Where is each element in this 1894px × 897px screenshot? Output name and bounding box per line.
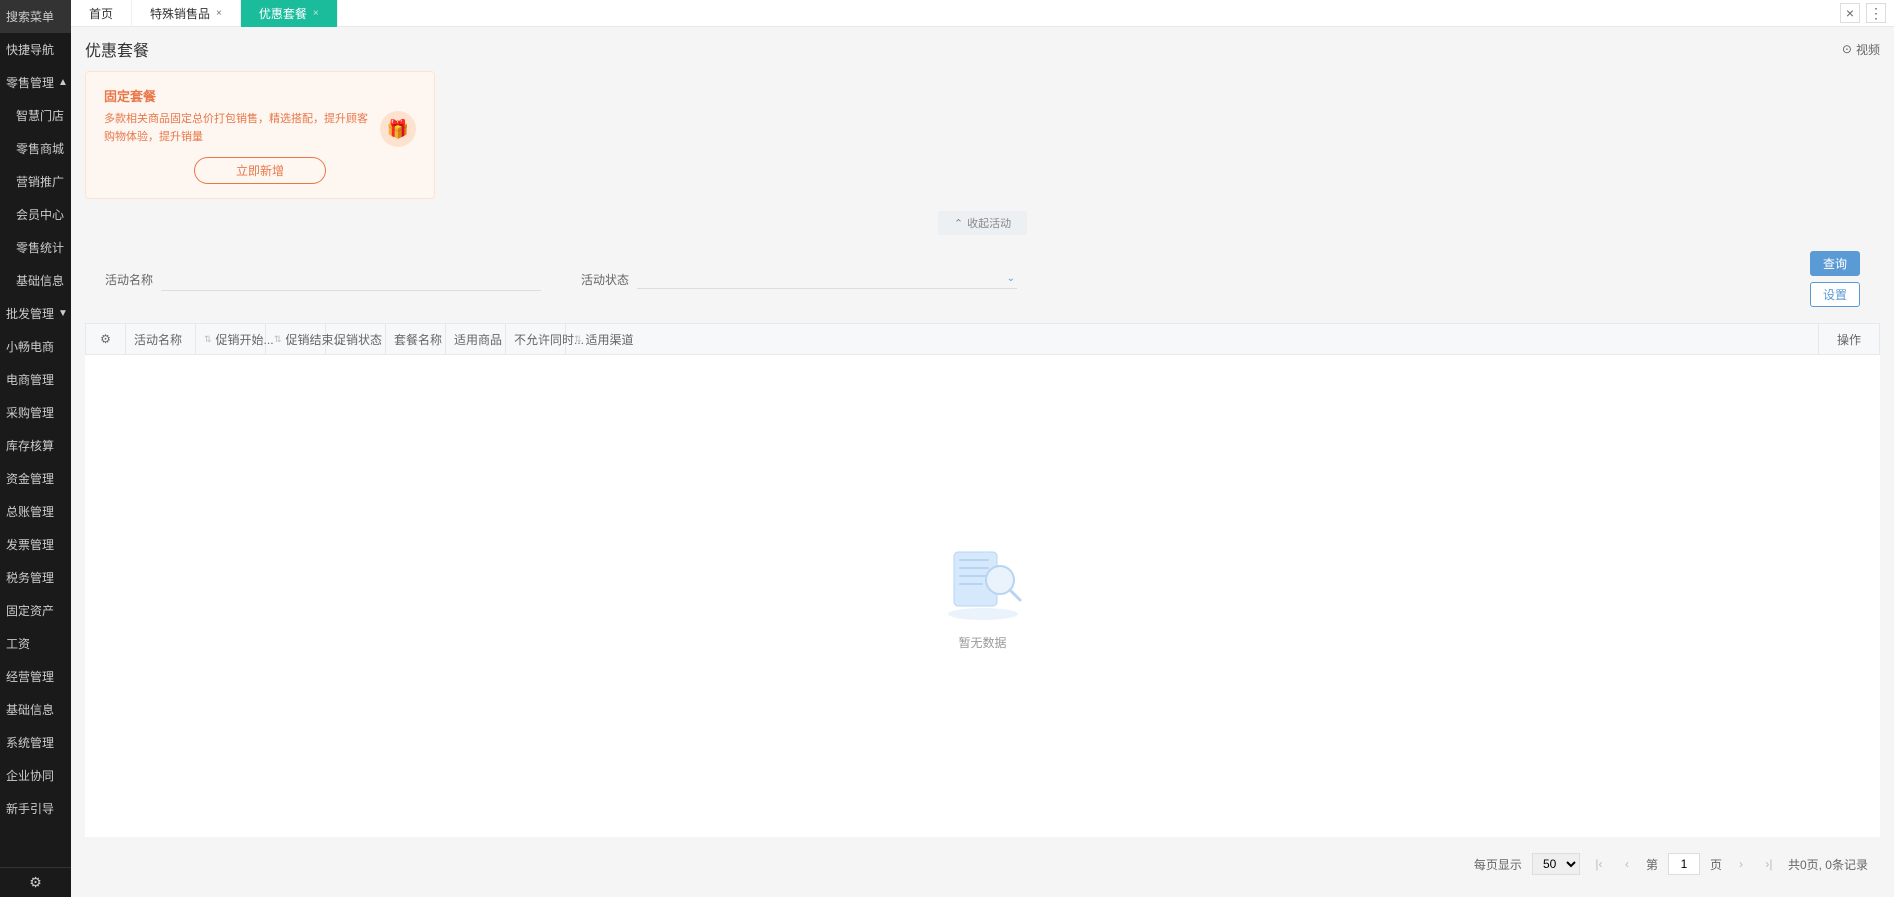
query-button[interactable]: 查询 <box>1810 251 1860 276</box>
next-page-button[interactable]: › <box>1732 855 1750 873</box>
sidebar-item-base-info[interactable]: 基础信息 <box>0 693 71 726</box>
sidebar-search[interactable]: 搜索菜单 <box>0 0 71 33</box>
col-promo-end[interactable]: ⇅促销结束... <box>266 324 326 354</box>
col-activity-name[interactable]: 活动名称 <box>126 324 196 354</box>
sidebar-item-operations[interactable]: 经营管理 <box>0 660 71 693</box>
tabs-close-all[interactable]: × <box>1840 3 1860 23</box>
col-not-allow[interactable]: 不允许同时... <box>506 324 566 354</box>
sidebar: 搜索菜单 快捷导航 零售管理▲ 智慧门店 零售商城 营销推广 会员中心 零售统计… <box>0 0 71 897</box>
sidebar-item-member-center[interactable]: 会员中心 <box>0 198 71 231</box>
page-header: 优惠套餐 ⊙ 视频 <box>71 27 1894 71</box>
page-prefix: 第 <box>1646 856 1658 873</box>
col-action: 操作 <box>1819 324 1879 354</box>
empty-state: 暂无数据 <box>85 355 1880 837</box>
sidebar-item-tax[interactable]: 税务管理 <box>0 561 71 594</box>
promo-description: 多款相关商品固定总价打包销售，精选搭配，提升顾客购物体验，提升销量 <box>104 111 368 146</box>
sidebar-retail-mgmt[interactable]: 零售管理▲ <box>0 66 71 99</box>
page-summary: 共0页, 0条记录 <box>1788 856 1868 873</box>
page-size-select[interactable]: 50 <box>1532 853 1580 875</box>
activity-name-input[interactable] <box>161 268 541 291</box>
filter-bar: 活动名称 活动状态 ⌄ 查询 设置 <box>85 243 1880 315</box>
empty-text: 暂无数据 <box>958 634 1006 651</box>
sidebar-item-fixed-assets[interactable]: 固定资产 <box>0 594 71 627</box>
sidebar-item-purchase[interactable]: 采购管理 <box>0 396 71 429</box>
promo-title: 固定套餐 <box>104 86 416 105</box>
gear-icon: ⚙ <box>29 874 42 890</box>
tab-bar: 首页 特殊销售品× 优惠套餐× × ⋮ <box>71 0 1894 27</box>
sort-icon: ⇅ <box>574 334 582 345</box>
sidebar-settings[interactable]: ⚙ <box>0 867 71 897</box>
sidebar-item-ecommerce[interactable]: 电商管理 <box>0 363 71 396</box>
col-bundle-name[interactable]: 套餐名称 <box>386 324 446 354</box>
sidebar-item-salary[interactable]: 工资 <box>0 627 71 660</box>
sidebar-item-smart-store[interactable]: 智慧门店 <box>0 99 71 132</box>
col-channel[interactable]: ⇅适用渠道 <box>566 324 1819 354</box>
caret-down-icon: ▼ <box>58 308 68 319</box>
promo-card: 固定套餐 多款相关商品固定总价打包销售，精选搭配，提升顾客购物体验，提升销量 🎁… <box>85 71 435 199</box>
empty-illustration-icon <box>938 542 1028 622</box>
page-title: 优惠套餐 <box>85 37 149 61</box>
sort-icon: ⇅ <box>204 334 212 345</box>
tab-home[interactable]: 首页 <box>71 0 132 27</box>
prev-page-button[interactable]: ‹ <box>1618 855 1636 873</box>
pagination: 每页显示 50 |‹ ‹ 第 页 › ›| 共0页, 0条记录 <box>85 845 1880 883</box>
sidebar-item-guide[interactable]: 新手引导 <box>0 792 71 825</box>
sidebar-item-funds[interactable]: 资金管理 <box>0 462 71 495</box>
collapse-activities-button[interactable]: ⌃ 收起活动 <box>938 211 1027 235</box>
sidebar-item-retail-stats[interactable]: 零售统计 <box>0 231 71 264</box>
play-icon: ⊙ <box>1842 42 1852 56</box>
double-chevron-up-icon: ⌃ <box>954 217 963 230</box>
sidebar-wholesale-mgmt[interactable]: 批发管理▼ <box>0 297 71 330</box>
sidebar-item-inventory[interactable]: 库存核算 <box>0 429 71 462</box>
gear-icon: ⚙ <box>100 332 111 346</box>
sidebar-item-marketing[interactable]: 营销推广 <box>0 165 71 198</box>
tabs-more[interactable]: ⋮ <box>1866 3 1886 23</box>
last-page-button[interactable]: ›| <box>1760 855 1778 873</box>
video-link[interactable]: ⊙ 视频 <box>1842 41 1880 58</box>
per-page-label: 每页显示 <box>1474 856 1522 873</box>
sidebar-item-xiaochang[interactable]: 小畅电商 <box>0 330 71 363</box>
sidebar-item-invoice[interactable]: 发票管理 <box>0 528 71 561</box>
table: ⚙ 活动名称 ⇅促销开始... ⇅促销结束... 促销状态 套餐名称 适用商品 … <box>85 323 1880 837</box>
sidebar-item-ledger[interactable]: 总账管理 <box>0 495 71 528</box>
tab-special-sales[interactable]: 特殊销售品× <box>132 0 241 27</box>
settings-button[interactable]: 设置 <box>1810 282 1860 307</box>
close-icon[interactable]: × <box>216 8 222 19</box>
sidebar-item-basic-info[interactable]: 基础信息 <box>0 264 71 297</box>
activity-status-select[interactable]: ⌄ <box>637 269 1017 289</box>
col-promo-start[interactable]: ⇅促销开始... <box>196 324 266 354</box>
filter-name-label: 活动名称 <box>105 271 153 288</box>
gift-icon: 🎁 <box>380 111 416 147</box>
sort-icon: ⇅ <box>274 334 282 345</box>
col-promo-status[interactable]: 促销状态 <box>326 324 386 354</box>
filter-status-label: 活动状态 <box>581 271 629 288</box>
col-applicable-goods[interactable]: 适用商品 <box>446 324 506 354</box>
sidebar-item-retail-mall[interactable]: 零售商城 <box>0 132 71 165</box>
table-header: ⚙ 活动名称 ⇅促销开始... ⇅促销结束... 促销状态 套餐名称 适用商品 … <box>85 323 1880 355</box>
column-settings[interactable]: ⚙ <box>86 324 126 354</box>
collapse-bar: ⌃ 收起活动 <box>85 211 1880 235</box>
tab-discount-bundle[interactable]: 优惠套餐× <box>241 0 338 27</box>
page-suffix: 页 <box>1710 856 1722 873</box>
chevron-down-icon: ⌄ <box>1007 273 1015 284</box>
sidebar-item-system[interactable]: 系统管理 <box>0 726 71 759</box>
main: 首页 特殊销售品× 优惠套餐× × ⋮ 优惠套餐 ⊙ 视频 固定套餐 <box>71 0 1894 897</box>
close-icon[interactable]: × <box>313 8 319 19</box>
caret-up-icon: ▲ <box>58 77 68 88</box>
create-now-button[interactable]: 立即新增 <box>194 157 326 184</box>
sidebar-quick-nav[interactable]: 快捷导航 <box>0 33 71 66</box>
first-page-button[interactable]: |‹ <box>1590 855 1608 873</box>
page-input[interactable] <box>1668 853 1700 875</box>
sidebar-item-enterprise[interactable]: 企业协同 <box>0 759 71 792</box>
